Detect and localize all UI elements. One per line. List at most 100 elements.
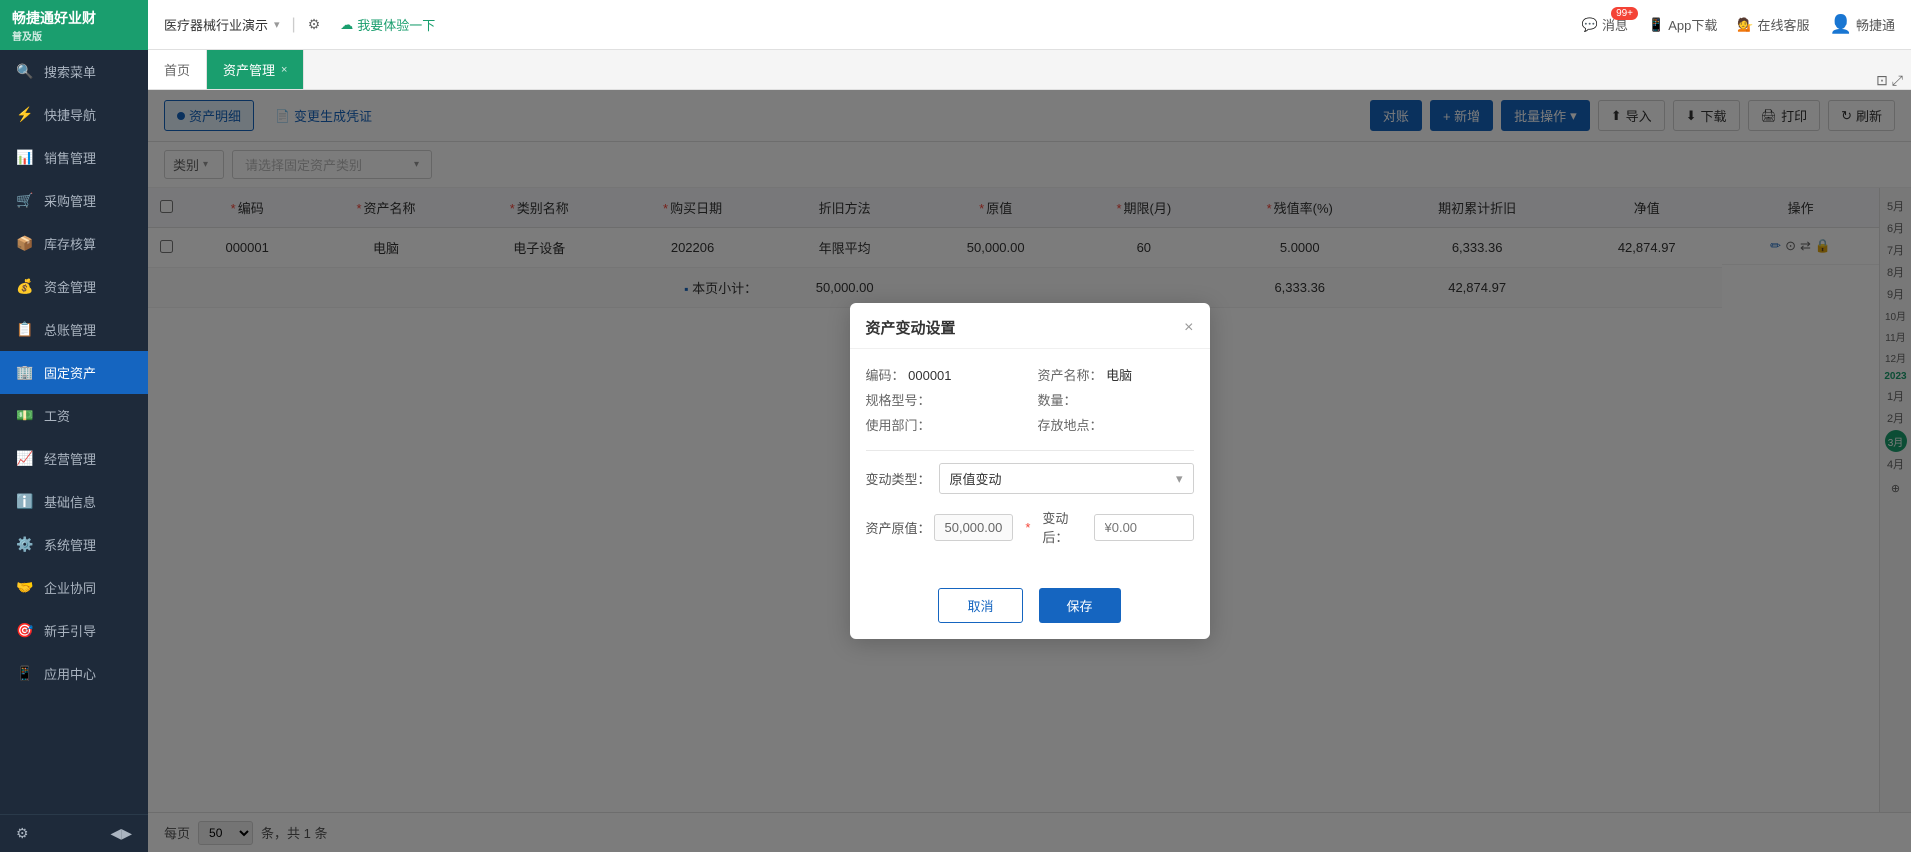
change-type-value: 原值变动 [950,469,1002,488]
purchase-icon: 🛒 [16,192,34,209]
modal-code-item: 编码： 000001 [866,365,1022,384]
experience-section: ☁ 我要体验一下 [340,15,435,34]
online-service-button[interactable]: 💁 在线客服 [1737,15,1809,34]
modal-location-label: 存放地点： [1038,418,1103,433]
main-content: 医疗器械行业演示 ▾ | ⚙ ☁ 我要体验一下 💬 消息 99+ 📱 App下载… [148,0,1911,852]
online-service-icon: 💁 [1737,17,1753,33]
tab-expand-button[interactable]: ⊡ ⤢ [1868,72,1911,89]
tab-home-label: 首页 [164,60,190,79]
message-badge: 99+ [1611,7,1638,20]
asset-change-modal: 资产变动设置 × 编码： 000001 资产名称： 电脑 [850,303,1210,639]
collapse-icon[interactable]: ◀▶ [110,825,132,842]
company-selector[interactable]: 医疗器械行业演示 ▾ [164,15,280,34]
modal-info-grid: 编码： 000001 资产名称： 电脑 规格型号： 数量： [866,365,1194,434]
fullscreen-icon: ⤢ [1892,72,1903,89]
message-icon: 💬 [1582,17,1598,33]
modal-code-label: 编码： [866,368,905,383]
topbar-separator: | [292,16,296,34]
search-icon: 🔍 [16,63,34,80]
modal-asset-name-label: 资产名称： [1038,368,1103,383]
topbar-right: 💬 消息 99+ 📱 App下载 💁 在线客服 👤 畅捷通 [1582,14,1895,35]
sidebar: 畅捷通好业财 普及版 🔍 搜索菜单 ⚡ 快捷导航 📊 销售管理 🛒 采购管理 📦… [0,0,148,852]
modal-divider [866,450,1194,451]
tab-home[interactable]: 首页 [148,50,207,89]
sidebar-item-label: 系统管理 [44,535,96,554]
sidebar-item-label: 经营管理 [44,449,96,468]
after-value-input[interactable] [1094,514,1194,541]
tab-asset-management[interactable]: 资产管理 × [207,50,304,89]
expand-icon: ⊡ [1876,72,1888,89]
sidebar-footer: ⚙ ◀▶ [0,814,148,852]
sidebar-item-label: 搜索菜单 [44,62,96,81]
modal-spec-item: 规格型号： [866,390,1022,409]
sidebar-item-payroll[interactable]: 💵 工资 [0,394,148,437]
required-star: * [1025,520,1030,535]
modal-close-button[interactable]: × [1184,319,1193,337]
sidebar-item-label: 工资 [44,406,70,425]
sidebar-item-purchase[interactable]: 🛒 采购管理 [0,179,148,222]
capital-icon: 💰 [16,278,34,295]
sidebar-item-operations[interactable]: 📈 经营管理 [0,437,148,480]
settings-icon[interactable]: ⚙ [16,825,29,842]
sidebar-item-label: 总账管理 [44,320,96,339]
sidebar-item-general-ledger[interactable]: 📋 总账管理 [0,308,148,351]
experience-icon: ☁ [340,17,353,33]
user-menu[interactable]: 👤 畅捷通 [1830,14,1895,35]
sidebar-item-basic-info[interactable]: ℹ️ 基础信息 [0,480,148,523]
app-download-button[interactable]: 📱 App下载 [1648,15,1717,34]
fixed-assets-icon: 🏢 [16,364,34,381]
sidebar-scroll: 🔍 搜索菜单 ⚡ 快捷导航 📊 销售管理 🛒 采购管理 📦 库存核算 💰 资金管… [0,50,148,814]
asset-original-value: 50,000.00 [934,514,1014,541]
change-type-select[interactable]: 原值变动 ▾ [939,463,1194,494]
modal-quantity-label: 数量： [1038,393,1077,408]
user-avatar-icon: 👤 [1830,14,1852,35]
sidebar-item-label: 基础信息 [44,492,96,511]
app-center-icon: 📱 [16,665,34,682]
sidebar-item-fixed-assets[interactable]: 🏢 固定资产 [0,351,148,394]
change-type-label: 变动类型： [866,469,931,488]
sidebar-item-system[interactable]: ⚙️ 系统管理 [0,523,148,566]
sidebar-item-label: 固定资产 [44,363,96,382]
modal-title: 资产变动设置 [866,317,956,338]
modal-asset-name-value: 电脑 [1106,368,1132,383]
change-type-dropdown-icon: ▾ [1176,471,1183,487]
tab-close-icon[interactable]: × [281,64,287,76]
sidebar-item-capital[interactable]: 💰 资金管理 [0,265,148,308]
operations-icon: 📈 [16,450,34,467]
cancel-button[interactable]: 取消 [938,588,1022,623]
app-edition: 普及版 [12,28,96,43]
settings-gear-icon[interactable]: ⚙ [308,16,321,33]
enterprise-icon: 🤝 [16,579,34,596]
system-icon: ⚙️ [16,536,34,553]
sidebar-item-label: 企业协同 [44,578,96,597]
sidebar-item-quick-nav[interactable]: ⚡ 快捷导航 [0,93,148,136]
experience-label[interactable]: 我要体验一下 [357,15,435,34]
company-dropdown-icon: ▾ [274,18,280,31]
app-download-icon: 📱 [1648,17,1664,33]
user-name: 畅捷通 [1856,15,1895,34]
sidebar-item-inventory[interactable]: 📦 库存核算 [0,222,148,265]
after-label: 变动后： [1042,508,1081,546]
online-service-label: 在线客服 [1758,15,1810,34]
sidebar-item-label: 新手引导 [44,621,96,640]
sidebar-item-enterprise[interactable]: 🤝 企业协同 [0,566,148,609]
save-button[interactable]: 保存 [1039,588,1121,623]
modal-header: 资产变动设置 × [850,303,1210,349]
message-button[interactable]: 💬 消息 99+ [1582,15,1628,34]
modal-location-item: 存放地点： [1038,415,1194,434]
basic-info-icon: ℹ️ [16,493,34,510]
quick-nav-icon: ⚡ [16,106,34,123]
general-ledger-icon: 📋 [16,321,34,338]
modal-quantity-item: 数量： [1038,390,1194,409]
guide-icon: 🎯 [16,622,34,639]
sidebar-item-guide[interactable]: 🎯 新手引导 [0,609,148,652]
sidebar-item-app-center[interactable]: 📱 应用中心 [0,652,148,695]
sidebar-item-sales[interactable]: 📊 销售管理 [0,136,148,179]
sidebar-item-label: 库存核算 [44,234,96,253]
inventory-icon: 📦 [16,235,34,252]
asset-value-field: 资产原值： 50,000.00 * 变动后： [866,508,1194,546]
change-type-field: 变动类型： 原值变动 ▾ [866,463,1194,494]
modal-dept-label: 使用部门： [866,418,931,433]
sidebar-item-label: 资金管理 [44,277,96,296]
sidebar-item-search[interactable]: 🔍 搜索菜单 [0,50,148,93]
